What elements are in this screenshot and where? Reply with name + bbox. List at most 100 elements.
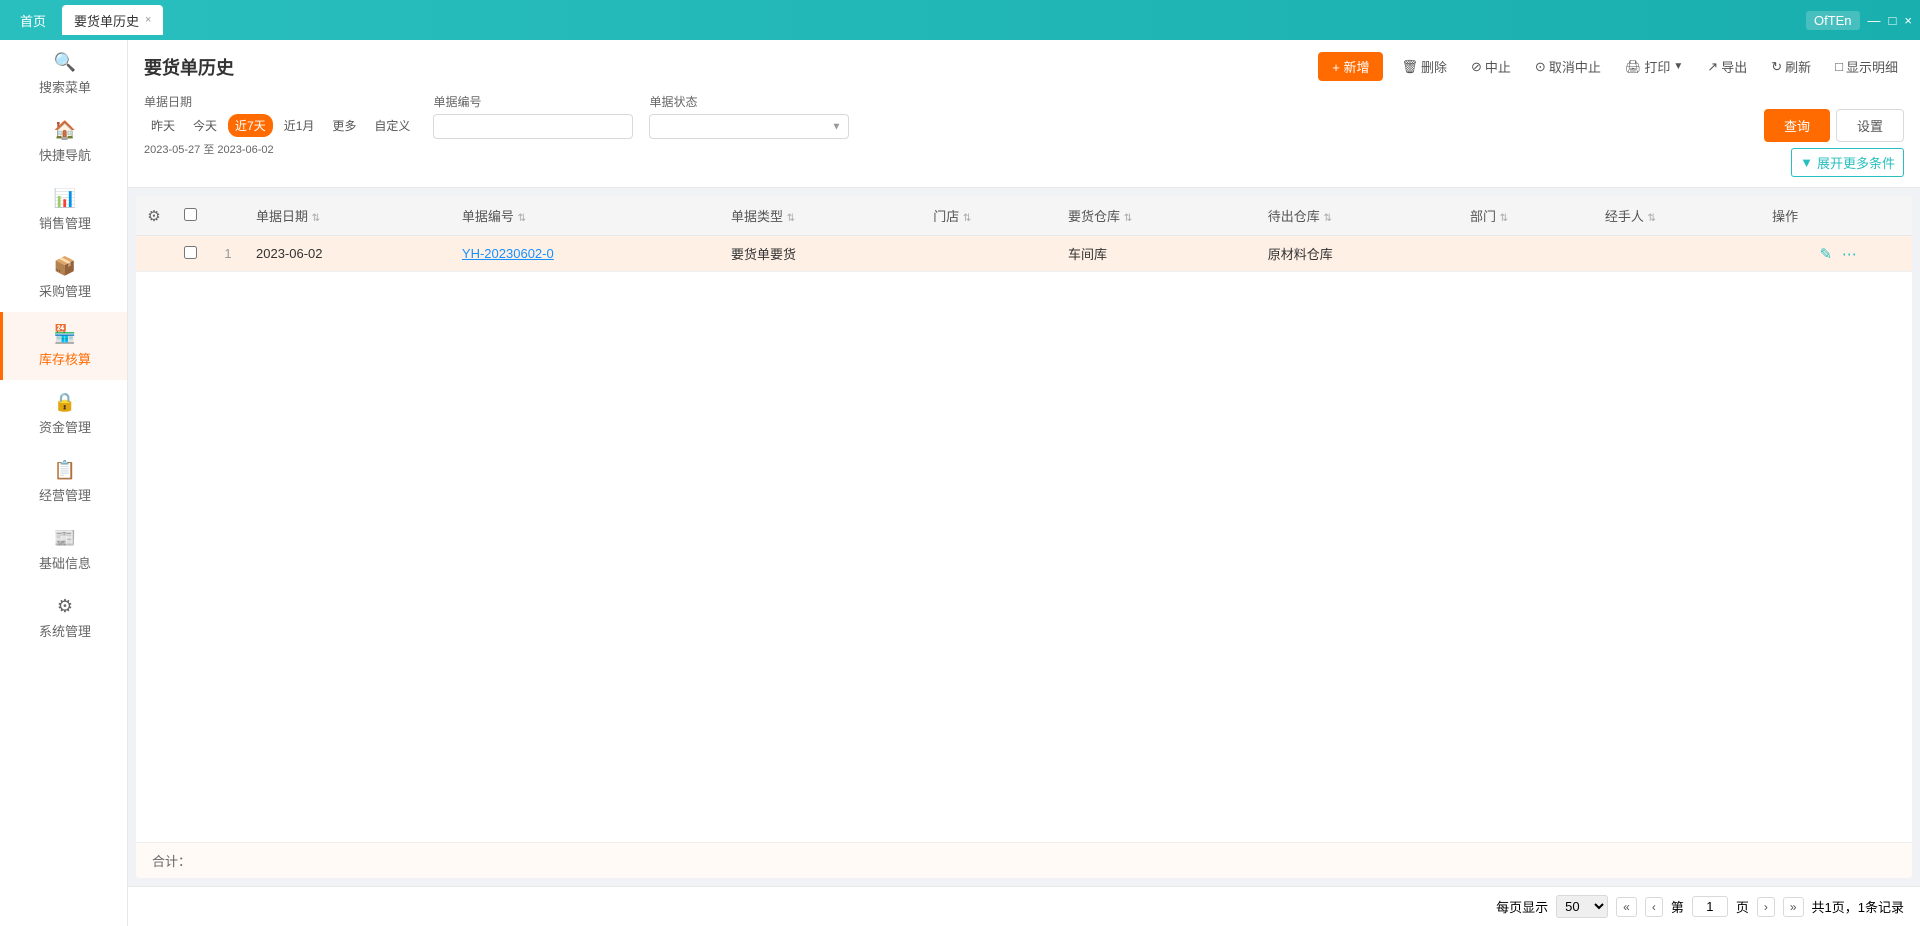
table-row[interactable]: 1 2023-06-02 YH-20230602-0 要货单要货 — [136, 236, 1912, 272]
window-close-btn[interactable]: × — [1904, 13, 1912, 28]
stop-button[interactable]: ⊘ 中止 — [1465, 53, 1517, 80]
print-icon: 🖨 — [1625, 59, 1642, 75]
export-button[interactable]: ↗ 导出 — [1701, 53, 1753, 80]
purchase-icon: 📦 — [54, 256, 76, 277]
tab-active-label: 要货单历史 — [74, 11, 139, 30]
sidebar-item-search[interactable]: 🔍 搜索菜单 — [0, 40, 127, 108]
last-page-btn[interactable]: » — [1783, 897, 1804, 917]
print-chevron-icon: ▼ — [1673, 61, 1683, 72]
row-pending-warehouse-cell: 原材料仓库 — [1260, 236, 1462, 272]
stop-icon: ⊘ — [1471, 59, 1482, 75]
select-all-checkbox[interactable] — [184, 208, 197, 221]
cancel-stop-button[interactable]: ⊙ 取消中止 — [1529, 53, 1607, 80]
sidebar-label-operations: 经营管理 — [39, 485, 91, 504]
tab-active[interactable]: 要货单历史 × — [62, 5, 163, 35]
col-date[interactable]: 单据日期 ⇅ — [248, 196, 454, 236]
sidebar-item-finance[interactable]: 🔒 资金管理 — [0, 380, 127, 448]
row-pending-warehouse: 原材料仓库 — [1268, 247, 1333, 262]
filter-status-group: 单据状态 — [649, 93, 849, 139]
sidebar-label-purchase: 采购管理 — [39, 281, 91, 300]
home-icon: 🏠 — [54, 120, 76, 141]
tab-close-icon[interactable]: × — [145, 14, 151, 26]
settings-button[interactable]: 设置 — [1836, 109, 1904, 142]
main-layout: 🔍 搜索菜单 🏠 快捷导航 📊 销售管理 📦 采购管理 🏪 库存核算 🔒 资金管… — [0, 40, 1920, 926]
col-action-label: 操作 — [1772, 209, 1798, 224]
row-checkbox-cell[interactable] — [172, 236, 208, 272]
docno-input[interactable] — [433, 114, 633, 139]
sales-icon: 📊 — [54, 188, 76, 209]
date-btn-1month[interactable]: 近1月 — [277, 114, 322, 137]
status-select[interactable] — [649, 114, 849, 139]
row-checkbox[interactable] — [184, 246, 197, 259]
maximize-btn[interactable]: □ — [1889, 13, 1897, 28]
col-docno[interactable]: 单据编号 ⇅ — [454, 196, 723, 236]
minimize-btn[interactable]: — — [1868, 13, 1881, 28]
row-edit-icon[interactable]: ✎ — [1819, 246, 1832, 263]
inventory-icon: 🏪 — [54, 324, 76, 345]
row-date: 2023-06-02 — [256, 246, 323, 261]
first-page-btn[interactable]: « — [1616, 897, 1637, 917]
col-store[interactable]: 门店 ⇅ — [925, 196, 1060, 236]
col-req-warehouse-label: 要货仓库 — [1068, 209, 1120, 224]
sidebar-item-purchase[interactable]: 📦 采购管理 — [0, 244, 127, 312]
summary-label: 合计： — [152, 854, 191, 869]
col-pending-warehouse-label: 待出仓库 — [1268, 209, 1320, 224]
page-input[interactable] — [1692, 896, 1728, 917]
data-table: ⚙ 单据日期 ⇅ 单据编号 ⇅ — [136, 196, 1912, 272]
display-detail-button[interactable]: □ 显示明细 — [1829, 53, 1904, 80]
row-date-cell: 2023-06-02 — [248, 236, 454, 272]
print-button[interactable]: 🖨 打印 ▼ — [1619, 53, 1689, 80]
col-doctype[interactable]: 单据类型 ⇅ — [723, 196, 925, 236]
sidebar-item-sales[interactable]: 📊 销售管理 — [0, 176, 127, 244]
sidebar-label-finance: 资金管理 — [39, 417, 91, 436]
date-filter-label: 单据日期 — [144, 93, 417, 110]
refresh-label: 刷新 — [1785, 57, 1811, 76]
status-select-wrapper — [649, 114, 849, 139]
page-title-row: 要货单历史 + 新增 🗑 删除 ⊘ 中止 ⊙ 取消中止 — [144, 52, 1904, 81]
sidebar-item-operations[interactable]: 📋 经营管理 — [0, 448, 127, 516]
col-store-label: 门店 — [933, 209, 959, 224]
col-handler[interactable]: 经手人 ⇅ — [1597, 196, 1764, 236]
operations-icon: 📋 — [54, 460, 76, 481]
system-icon: ⚙ — [57, 596, 73, 617]
often-label: OfTEn — [1806, 11, 1860, 30]
finance-icon: 🔒 — [54, 392, 76, 413]
window-controls: OfTEn — □ × — [1806, 11, 1912, 30]
page-suffix: 页 — [1736, 897, 1749, 916]
per-page-select[interactable]: 10 20 50 100 — [1556, 895, 1608, 918]
filter-area: 单据日期 昨天 今天 近7天 近1月 更多 自定义 2023-05-27 至 2… — [144, 93, 1904, 187]
col-action: 操作 — [1764, 196, 1912, 236]
sidebar-item-system[interactable]: ⚙ 系统管理 — [0, 584, 127, 652]
row-more-icon[interactable]: ⋯ — [1842, 246, 1857, 263]
next-page-btn[interactable]: › — [1757, 897, 1775, 917]
prev-page-btn[interactable]: ‹ — [1645, 897, 1663, 917]
sidebar-item-basic[interactable]: 📰 基础信息 — [0, 516, 127, 584]
expand-filter-btn[interactable]: ▼ 展开更多条件 — [1791, 148, 1904, 177]
display-label: 显示明细 — [1846, 57, 1898, 76]
date-btn-today[interactable]: 今天 — [186, 114, 224, 137]
col-pending-warehouse[interactable]: 待出仓库 ⇅ — [1260, 196, 1462, 236]
new-button[interactable]: + 新增 — [1318, 52, 1383, 81]
sidebar-item-quicknav[interactable]: 🏠 快捷导航 — [0, 108, 127, 176]
date-btn-more[interactable]: 更多 — [325, 114, 363, 137]
date-btn-7days[interactable]: 近7天 — [228, 114, 273, 137]
date-btn-custom[interactable]: 自定义 — [367, 114, 417, 137]
sidebar-item-inventory[interactable]: 🏪 库存核算 — [0, 312, 127, 380]
sort-doctype-icon: ⇅ — [787, 213, 795, 224]
sort-dept-icon: ⇅ — [1500, 213, 1508, 224]
total-info: 共1页，1条记录 — [1812, 897, 1904, 916]
tab-home[interactable]: 首页 — [8, 5, 58, 35]
export-label: 导出 — [1721, 57, 1747, 76]
row-doctype-cell: 要货单要货 — [723, 236, 925, 272]
col-req-warehouse[interactable]: 要货仓库 ⇅ — [1060, 196, 1260, 236]
query-button[interactable]: 查询 — [1764, 109, 1830, 142]
col-dept[interactable]: 部门 ⇅ — [1462, 196, 1597, 236]
row-docno[interactable]: YH-20230602-0 — [462, 246, 554, 261]
delete-button[interactable]: 🗑 删除 — [1395, 53, 1453, 80]
date-btn-yesterday[interactable]: 昨天 — [144, 114, 182, 137]
col-checkbox[interactable] — [172, 196, 208, 236]
col-settings[interactable]: ⚙ — [136, 196, 172, 236]
row-num: 1 — [224, 246, 231, 261]
sidebar-label-basic: 基础信息 — [39, 553, 91, 572]
refresh-button[interactable]: ↻ 刷新 — [1765, 53, 1817, 80]
